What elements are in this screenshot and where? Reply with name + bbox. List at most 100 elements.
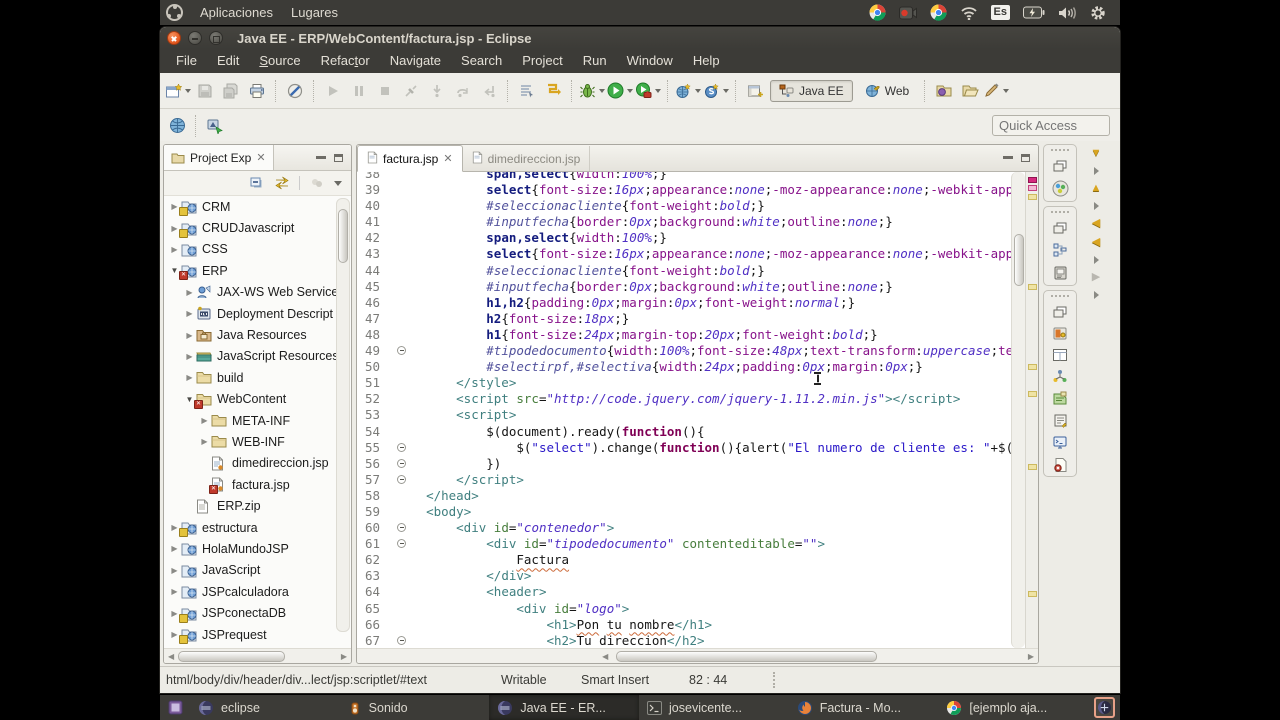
last-edit-location-icon[interactable]: ◀ <box>1092 218 1100 229</box>
tree-item-deployment-descript[interactable]: ▶ Deployment Descript <box>164 303 351 324</box>
code-line-47[interactable]: 47 h2{font-size:18px;} <box>357 311 1011 327</box>
new-button[interactable] <box>165 79 191 103</box>
code-line-39[interactable]: 39 select{font-size:16px;appearance:none… <box>357 182 1011 198</box>
tree-item-crm[interactable]: ▶ CRM <box>164 196 351 217</box>
code-line-63[interactable]: 63 </div> <box>357 568 1011 584</box>
snippets-view-icon[interactable] <box>1052 326 1068 341</box>
editor-horizontal-scrollbar[interactable]: ◀ ▶ <box>357 648 1038 663</box>
code-line-46[interactable]: 46 h1,h2{padding:0px;margin:0px;font-wei… <box>357 295 1011 311</box>
code-line-44[interactable]: 44 #seleccionacliente{font-weight:bold;} <box>357 263 1011 279</box>
code-line-60[interactable]: 60 <div id="contenedor"> <box>357 520 1011 536</box>
menu-window[interactable]: Window <box>617 49 683 73</box>
tree-expand-icon[interactable]: ▶ <box>183 352 196 361</box>
session-gear-icon[interactable] <box>1090 5 1106 21</box>
tree-item-dimedireccion-jsp[interactable]: dimedireccion.jsp <box>164 453 351 474</box>
tree-item-jax-ws-web-service[interactable]: ▶ JAX-WS Web Service <box>164 282 351 303</box>
scroll-right-icon[interactable]: ▶ <box>341 652 347 661</box>
perspective-java-ee-button[interactable]: Java EE <box>770 79 853 102</box>
mark-occurrences-button[interactable] <box>515 79 539 103</box>
skip-breakpoints-button[interactable] <box>283 79 307 103</box>
new-web-project-button[interactable] <box>675 79 701 103</box>
code-line-58[interactable]: 58 </head> <box>357 488 1011 504</box>
editor-minimize-icon[interactable] <box>1003 156 1013 159</box>
menu-source[interactable]: Source <box>249 49 310 73</box>
open-perspective-button[interactable] <box>743 79 767 103</box>
project-explorer-tab[interactable]: Project Exp ✕ <box>164 145 274 170</box>
previous-annotation-dropdown-icon[interactable] <box>1093 202 1099 210</box>
debug-dropdown-arrow[interactable] <box>599 88 605 93</box>
ubuntu-logo-icon[interactable] <box>166 4 183 21</box>
design-view-icon[interactable] <box>1052 348 1068 362</box>
collapse-fold-icon[interactable] <box>397 346 406 356</box>
annotation-marker[interactable] <box>1028 194 1037 200</box>
disconnect-button[interactable] <box>399 79 423 103</box>
collapse-fold-icon[interactable] <box>397 474 406 484</box>
restore-view-icon[interactable] <box>1053 306 1068 319</box>
scroll-left-icon[interactable]: ◀ <box>602 652 608 661</box>
tree-expand-icon[interactable]: ▶ <box>168 245 181 254</box>
volume-icon[interactable] <box>1058 6 1077 20</box>
code-line-66[interactable]: 66 <h1>Pon tu nombre</h1> <box>357 617 1011 633</box>
tree-item-webcontent[interactable]: ▼ ✕ WebContent <box>164 389 351 410</box>
explorer-scroll-thumb[interactable] <box>338 209 348 263</box>
editor-maximize-icon[interactable] <box>1021 154 1030 162</box>
tree-item-erp-zip[interactable]: ERP.zip <box>164 495 351 516</box>
taskbar-item-java-ee-er-[interactable]: Java EE - ER... <box>489 695 640 720</box>
code-line-52[interactable]: 52 <script src="http://code.jquery.com/j… <box>357 391 1011 407</box>
annotation-marker[interactable] <box>1028 177 1037 183</box>
tree-expand-icon[interactable]: ▶ <box>198 416 211 425</box>
quick-access-input[interactable] <box>992 115 1110 136</box>
tree-expand-icon[interactable]: ▶ <box>183 373 196 382</box>
menu-navigate[interactable]: Navigate <box>380 49 451 73</box>
annotate-button[interactable] <box>984 79 1010 103</box>
outline-view-icon[interactable] <box>1052 242 1068 258</box>
new-web-project-dropdown-arrow[interactable] <box>695 88 701 93</box>
forward-icon[interactable]: ▶ <box>1092 272 1100 283</box>
code-line-51[interactable]: 51 </style> <box>357 375 1011 391</box>
titlebar[interactable]: Java EE - ERP/WebContent/factura.jsp - E… <box>160 27 1120 49</box>
suspend-button[interactable] <box>347 79 371 103</box>
code-line-40[interactable]: 40 #seleccionacliente{font-weight:bold;} <box>357 198 1011 214</box>
editor-scroll-thumb[interactable] <box>1013 234 1024 286</box>
fold-marker[interactable] <box>395 520 411 536</box>
keyboard-layout-indicator[interactable]: Es <box>990 5 1010 20</box>
menu-edit[interactable]: Edit <box>207 49 249 73</box>
fold-marker[interactable] <box>395 440 411 456</box>
view-close-icon[interactable]: ✕ <box>256 151 265 164</box>
fold-marker[interactable] <box>395 536 411 552</box>
tree-item-factura-jsp[interactable]: ✕ factura.jsp <box>164 474 351 495</box>
open-folder-button[interactable] <box>958 79 982 103</box>
collapse-all-icon[interactable] <box>250 176 265 190</box>
restore-view-icon[interactable] <box>1053 160 1068 173</box>
code-line-42[interactable]: 42 span,select{width:100%;} <box>357 230 1011 246</box>
servers-view-icon[interactable] <box>1053 265 1068 281</box>
step-into-button[interactable] <box>425 79 449 103</box>
tree-item-jspcalculadora[interactable]: ▶ JSPcalculadora <box>164 581 351 602</box>
tree-expand-icon[interactable]: ▶ <box>168 566 181 575</box>
code-line-41[interactable]: 41 #inputfecha{border:0px;background:whi… <box>357 214 1011 230</box>
minimize-view-icon[interactable] <box>316 155 326 159</box>
previous-annotation-icon[interactable]: ▲ <box>1091 183 1102 194</box>
tree-expand-icon[interactable]: ▶ <box>198 437 211 446</box>
tree-item-crudjavascript[interactable]: ▶ CRUDJavascript <box>164 217 351 238</box>
annotation-marker[interactable] <box>1028 464 1037 470</box>
properties-view-icon[interactable] <box>1053 413 1068 428</box>
files-applet-icon[interactable] <box>160 700 190 715</box>
collapse-fold-icon[interactable] <box>397 635 406 645</box>
menu-file[interactable]: File <box>166 49 207 73</box>
code-line-64[interactable]: 64 <header> <box>357 584 1011 600</box>
terminate-button[interactable] <box>373 79 397 103</box>
code-line-61[interactable]: 61 <div id="tipodedocumento" contentedit… <box>357 536 1011 552</box>
scroll-right-icon[interactable]: ▶ <box>1028 652 1034 661</box>
editor-vertical-scrollbar[interactable] <box>1011 172 1025 648</box>
tree-item-estructura[interactable]: ▶ estructura <box>164 517 351 538</box>
annotate-dropdown-arrow[interactable] <box>1003 88 1010 93</box>
overview-ruler[interactable] <box>1025 172 1038 648</box>
run-button[interactable] <box>607 79 633 103</box>
external-tools-button[interactable] <box>635 79 661 103</box>
code-line-59[interactable]: 59 <body> <box>357 504 1011 520</box>
web-service-button[interactable] <box>703 79 729 103</box>
tree-item-web-inf[interactable]: ▶ WEB-INF <box>164 431 351 452</box>
code-editor[interactable]: 38 span,select{width:100%;} 39 select{fon… <box>357 172 1011 648</box>
places-menu[interactable]: Lugares <box>282 0 347 25</box>
